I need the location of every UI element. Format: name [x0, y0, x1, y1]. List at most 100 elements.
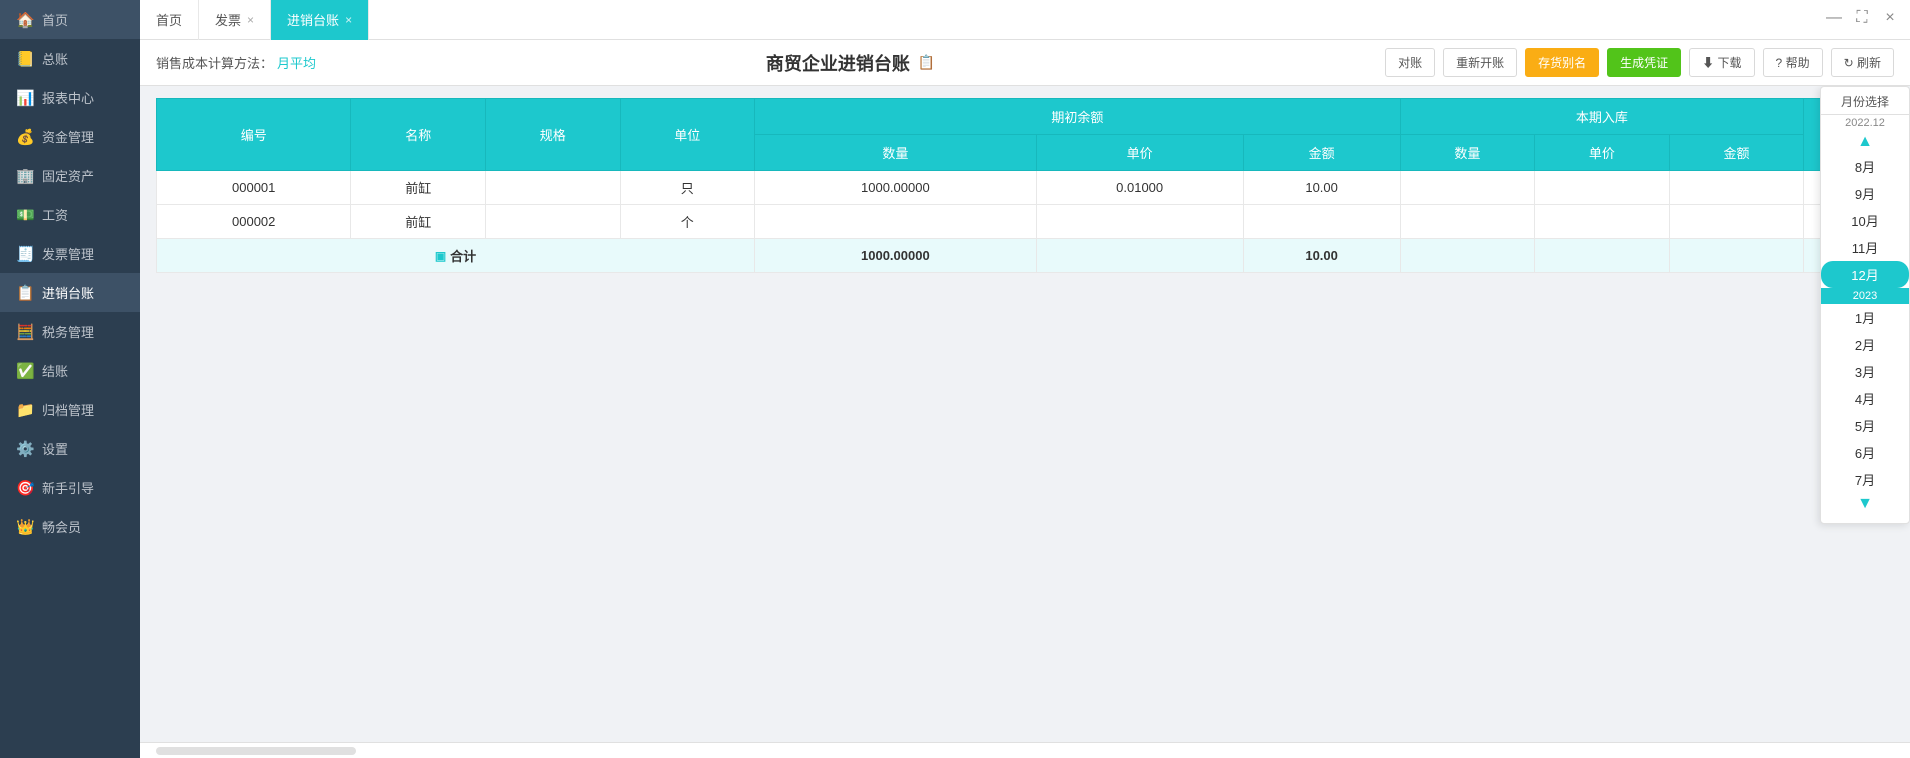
sidebar-item-capital[interactable]: 💰 资金管理 [0, 117, 140, 156]
month-panel: 月份选择 2022.12 ▲ 8月 9月 10月 11月 12月 2023 1月… [1820, 86, 1910, 524]
tax-icon: 🧮 [16, 323, 34, 341]
sidebar-item-label: 资金管理 [42, 127, 94, 146]
save-alias-button[interactable]: 存货别名 [1525, 48, 1599, 77]
sidebar-item-ledger[interactable]: 📒 总账 [0, 39, 140, 78]
sidebar-item-label: 进销台账 [42, 283, 94, 302]
window-controls: — ⛶ × [1822, 6, 1902, 30]
ledger-icon: 📒 [16, 50, 34, 68]
th-opening-balance: 期初余额 [755, 99, 1401, 135]
sidebar-item-checkout[interactable]: ✅ 结账 [0, 351, 140, 390]
month-item-4[interactable]: 4月 [1821, 385, 1909, 412]
table-wrapper: 编号 名称 规格 单位 期初余额 本期入库 数 数量 单价 金额 数量 单价 [140, 86, 1910, 742]
month-item-5[interactable]: 5月 [1821, 412, 1909, 439]
sidebar-item-label: 新手引导 [42, 478, 94, 497]
cost-method-label: 销售成本计算方法： [156, 53, 273, 72]
sidebar-item-label: 固定资产 [42, 166, 94, 185]
th-in-qty: 数量 [1400, 135, 1535, 171]
sidebar-item-archive[interactable]: 📁 归档管理 [0, 390, 140, 429]
month-item-1[interactable]: 1月 [1821, 304, 1909, 331]
help-button[interactable]: ? 帮助 [1763, 48, 1823, 77]
tab-bar: 首页 发票 × 进销台账 × — ⛶ × [140, 0, 1910, 40]
cell-open-qty: 1000.00000 [755, 171, 1037, 205]
table-header-row-1: 编号 名称 规格 单位 期初余额 本期入库 数 [157, 99, 1894, 135]
help-icon: ? [1776, 56, 1783, 70]
sidebar-item-label: 归档管理 [42, 400, 94, 419]
total-row: ▣ 合计 1000.00000 10.00 [157, 239, 1894, 273]
month-item-6[interactable]: 6月 [1821, 439, 1909, 466]
tab-invoice[interactable]: 发票 × [199, 0, 271, 40]
th-in-amount: 金额 [1669, 135, 1804, 171]
sidebar-item-member[interactable]: 👑 畅会员 [0, 507, 140, 546]
sidebar-item-reports[interactable]: 📊 报表中心 [0, 78, 140, 117]
th-open-amount: 金额 [1243, 135, 1400, 171]
sidebar-item-label: 设置 [42, 439, 68, 458]
wages-icon: 💵 [16, 206, 34, 224]
total-icon: ▣ [435, 249, 446, 263]
month-item-9[interactable]: 9月 [1821, 180, 1909, 207]
title-info-icon[interactable]: 📋 [918, 54, 935, 71]
th-period-in: 本期入库 [1400, 99, 1804, 135]
horizontal-scrollbar[interactable] [156, 747, 356, 755]
close-purchase-sales-tab[interactable]: × [345, 13, 352, 27]
sidebar-item-settings[interactable]: ⚙️ 设置 [0, 429, 140, 468]
cell-name: 前缸 [351, 171, 486, 205]
scrollbar-area [140, 742, 1910, 758]
total-open-amount: 10.00 [1243, 239, 1400, 273]
member-icon: 👑 [16, 518, 34, 536]
tab-purchase-sales[interactable]: 进销台账 × [271, 0, 369, 40]
sidebar-item-tax[interactable]: 🧮 税务管理 [0, 312, 140, 351]
sidebar-item-guide[interactable]: 🎯 新手引导 [0, 468, 140, 507]
cell-in-qty [1400, 171, 1535, 205]
cell-open-price: 0.01000 [1036, 171, 1243, 205]
page-title: 商贸企业进销台账 [766, 50, 910, 76]
total-in-qty [1400, 239, 1535, 273]
refresh-icon: ↻ [1844, 56, 1854, 70]
th-open-price: 单价 [1036, 135, 1243, 171]
match-button[interactable]: 对账 [1385, 48, 1435, 77]
tab-home[interactable]: 首页 [140, 0, 199, 40]
month-item-7[interactable]: 7月 [1821, 466, 1909, 493]
checkout-icon: ✅ [16, 362, 34, 380]
cell-name: 前缸 [351, 205, 486, 239]
month-item-8[interactable]: 8月 [1821, 153, 1909, 180]
download-button[interactable]: ⬇ 下载 [1689, 48, 1754, 77]
month-scroll-down[interactable]: ▼ [1821, 493, 1909, 515]
cell-no: 000001 [157, 171, 351, 205]
month-item-10[interactable]: 10月 [1821, 207, 1909, 234]
sidebar-item-home[interactable]: 🏠 首页 [0, 0, 140, 39]
sidebar-item-invoice-mgmt[interactable]: 🧾 发票管理 [0, 234, 140, 273]
sidebar-item-label: 结账 [42, 361, 68, 380]
sidebar-item-label: 发票管理 [42, 244, 94, 263]
close-button[interactable]: × [1878, 6, 1902, 30]
maximize-button[interactable]: ⛶ [1850, 6, 1874, 30]
sidebar-item-purchase-sales[interactable]: 📋 进销台账 [0, 273, 140, 312]
cell-in-price [1535, 171, 1670, 205]
sidebar: 🏠 首页 📒 总账 📊 报表中心 💰 资金管理 🏢 固定资产 💵 工资 🧾 发票… [0, 0, 140, 758]
sidebar-item-label: 税务管理 [42, 322, 94, 341]
month-item-2[interactable]: 2月 [1821, 331, 1909, 358]
cell-open-price [1036, 205, 1243, 239]
sidebar-item-wages[interactable]: 💵 工资 [0, 195, 140, 234]
total-label-text: 合计 [450, 246, 476, 265]
th-unit: 单位 [620, 99, 755, 171]
toolbar: 销售成本计算方法： 月平均 商贸企业进销台账 📋 对账 重新开账 存货别名 生成… [140, 40, 1910, 86]
month-item-11[interactable]: 11月 [1821, 234, 1909, 261]
cell-no: 000002 [157, 205, 351, 239]
sidebar-item-label: 首页 [42, 10, 68, 29]
main-content: 首页 发票 × 进销台账 × — ⛶ × 销售成本计算方法： 月平均 商贸企业进… [140, 0, 1910, 758]
reopen-button[interactable]: 重新开账 [1443, 48, 1517, 77]
cell-spec [485, 205, 620, 239]
month-item-12[interactable]: 12月 [1821, 261, 1909, 288]
sidebar-item-label: 工资 [42, 205, 68, 224]
generate-button[interactable]: 生成凭证 [1607, 48, 1681, 77]
close-invoice-tab[interactable]: × [247, 13, 254, 27]
sidebar-item-assets[interactable]: 🏢 固定资产 [0, 156, 140, 195]
refresh-button[interactable]: ↻ 刷新 [1831, 48, 1894, 77]
toolbar-right: 对账 重新开账 存货别名 生成凭证 ⬇ 下载 ? 帮助 ↻ 刷新 [1385, 48, 1894, 77]
month-item-3[interactable]: 3月 [1821, 358, 1909, 385]
minimize-button[interactable]: — [1822, 6, 1846, 30]
purchase-sales-icon: 📋 [16, 284, 34, 302]
cell-in-qty [1400, 205, 1535, 239]
month-scroll-up[interactable]: ▲ [1821, 131, 1909, 153]
capital-icon: 💰 [16, 128, 34, 146]
